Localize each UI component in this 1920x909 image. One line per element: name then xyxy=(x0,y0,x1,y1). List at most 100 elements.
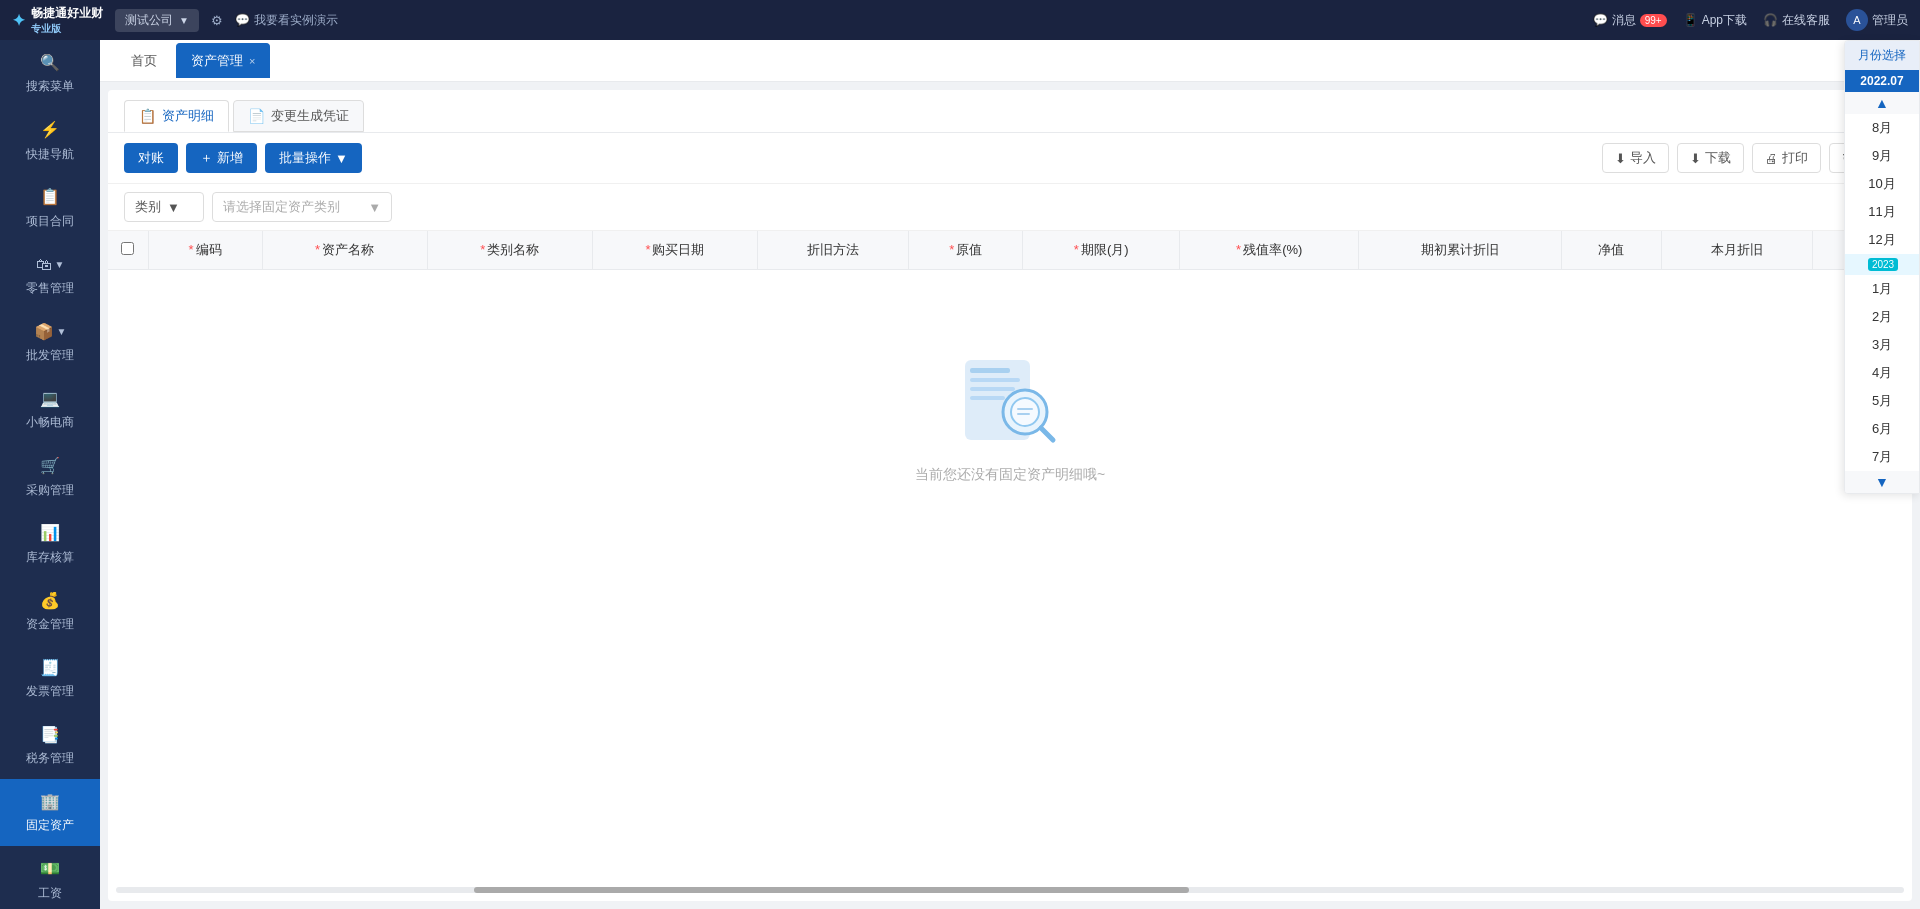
sub-tabs: 📋 资产明细 📄 变更生成凭证 xyxy=(108,90,1912,133)
message-badge: 99+ xyxy=(1640,14,1667,27)
tab-close-icon[interactable]: × xyxy=(249,55,255,67)
horizontal-scrollbar[interactable] xyxy=(116,887,1904,893)
sidebar-item-inventory[interactable]: 📊 库存核算 xyxy=(0,510,100,577)
month-panel-year-2022[interactable]: 2022.07 xyxy=(1845,70,1919,92)
svg-point-6 xyxy=(1011,398,1039,426)
batch-button[interactable]: 批量操作 ▼ xyxy=(265,143,362,173)
voucher-icon: 📄 xyxy=(248,108,265,124)
sub-tab-voucher[interactable]: 📄 变更生成凭证 xyxy=(233,100,364,132)
message-button[interactable]: 💬 消息 99+ xyxy=(1593,12,1667,29)
inventory-icon: 📊 xyxy=(40,522,60,544)
sidebar-item-salary[interactable]: 💵 工资 xyxy=(0,846,100,909)
sidebar-label-finance: 资金管理 xyxy=(26,616,74,633)
message-icon: 💬 xyxy=(1593,13,1608,27)
month-item-1[interactable]: 1月 xyxy=(1845,275,1919,303)
th-net-value: 净值 xyxy=(1561,231,1661,270)
asset-table: *编码 *资产名称 *类别名称 *购买日期 折旧方法 *原值 *期限(月) *残… xyxy=(108,231,1912,564)
month-item-6[interactable]: 6月 xyxy=(1845,415,1919,443)
sidebar-item-retail[interactable]: 🛍 ▼ 零售管理 xyxy=(0,242,100,309)
company-selector[interactable]: 测试公司 ▼ xyxy=(115,9,199,32)
asset-detail-icon: 📋 xyxy=(139,108,156,124)
reconcile-button[interactable]: 对账 xyxy=(124,143,178,173)
invoice-icon: 🧾 xyxy=(40,657,60,679)
sidebar-item-asset[interactable]: 🏢 固定资产 xyxy=(0,779,100,846)
month-item-12[interactable]: 12月 xyxy=(1845,226,1919,254)
chevron-down-icon: ▼ xyxy=(179,15,189,26)
headset-icon: 🎧 xyxy=(1763,13,1778,27)
month-item-7[interactable]: 7月 xyxy=(1845,443,1919,471)
purchase-icon: 🛒 xyxy=(40,455,60,477)
category-type-label: 类别 xyxy=(135,198,161,216)
sidebar-item-tax[interactable]: 📑 税务管理 xyxy=(0,712,100,779)
category-type-select[interactable]: 类别 ▼ xyxy=(124,192,204,222)
demo-icon: 💬 xyxy=(235,13,250,27)
sidebar-item-wholesale[interactable]: 📦 ▼ 批发管理 xyxy=(0,309,100,376)
salary-icon: 💵 xyxy=(40,858,60,880)
asset-tab-label: 资产管理 xyxy=(191,52,243,70)
sidebar-label-tax: 税务管理 xyxy=(26,750,74,767)
month-item-9[interactable]: 9月 xyxy=(1845,142,1919,170)
print-button[interactable]: 🖨 打印 xyxy=(1752,143,1821,173)
tax-icon: 📑 xyxy=(40,724,60,746)
tab-asset-management[interactable]: 资产管理 × xyxy=(176,43,270,78)
topbar-right: 💬 消息 99+ 📱 App下载 🎧 在线客服 A 管理员 xyxy=(1593,9,1908,31)
print-icon: 🖨 xyxy=(1765,151,1778,166)
app-download-button[interactable]: 📱 App下载 xyxy=(1683,12,1747,29)
month-item-2[interactable]: 2月 xyxy=(1845,303,1919,331)
ecommerce-icon: 💻 xyxy=(40,388,60,410)
sidebar-item-search[interactable]: 🔍 搜索菜单 xyxy=(0,40,100,107)
import-icon: ⬇ xyxy=(1615,151,1626,166)
sidebar-label-project: 项目合同 xyxy=(26,213,74,230)
select-all-checkbox[interactable] xyxy=(121,242,134,255)
month-up-nav[interactable]: ▲ xyxy=(1845,92,1919,114)
month-item-5[interactable]: 5月 xyxy=(1845,387,1919,415)
sidebar-item-finance[interactable]: 💰 资金管理 xyxy=(0,578,100,645)
download-button[interactable]: ⬇ 下载 xyxy=(1677,143,1744,173)
category-placeholder: 请选择固定资产类别 xyxy=(223,198,340,216)
month-item-8[interactable]: 8月 xyxy=(1845,114,1919,142)
th-period: *期限(月) xyxy=(1023,231,1180,270)
sidebar-item-invoice[interactable]: 🧾 发票管理 xyxy=(0,645,100,712)
year-2023-badge: 2023 xyxy=(1868,258,1898,271)
app-edition: 专业版 xyxy=(31,22,103,36)
month-panel: 月份选择 2022.07 ▲ 8月 9月 10月 11月 12月 2023 1月… xyxy=(1844,40,1920,494)
category-input[interactable]: 请选择固定资产类别 ▼ xyxy=(212,192,392,222)
sidebar-label-ecommerce: 小畅电商 xyxy=(26,414,74,431)
quicknav-icon: ⚡ xyxy=(40,119,60,141)
sidebar-item-purchase[interactable]: 🛒 采购管理 xyxy=(0,443,100,510)
user-menu[interactable]: A 管理员 xyxy=(1846,9,1908,31)
retail-icon: 🛍 xyxy=(36,254,52,276)
batch-label: 批量操作 xyxy=(279,149,331,167)
sidebar-item-quicknav[interactable]: ⚡ 快捷导航 xyxy=(0,107,100,174)
logo-icon: ✦ xyxy=(12,11,25,30)
tab-bar: 首页 资产管理 × xyxy=(100,40,1920,82)
online-service-button[interactable]: 🎧 在线客服 xyxy=(1763,12,1830,29)
month-item-3[interactable]: 3月 xyxy=(1845,331,1919,359)
month-item-10[interactable]: 10月 xyxy=(1845,170,1919,198)
sub-tab-voucher-label: 变更生成凭证 xyxy=(271,107,349,125)
month-item-4[interactable]: 4月 xyxy=(1845,359,1919,387)
project-icon: 📋 xyxy=(40,186,60,208)
add-button[interactable]: ＋ 新增 xyxy=(186,143,257,173)
month-down-nav[interactable]: ▼ xyxy=(1845,471,1919,493)
empty-row: 当前您还没有固定资产明细哦~ xyxy=(108,270,1912,565)
batch-arrow-icon: ▼ xyxy=(335,151,348,166)
filter-row: 类别 ▼ 请选择固定资产类别 ▼ xyxy=(108,184,1912,231)
sidebar-item-project[interactable]: 📋 项目合同 xyxy=(0,174,100,241)
svg-rect-4 xyxy=(970,396,1005,400)
sub-tab-asset-detail[interactable]: 📋 资产明细 xyxy=(124,100,229,132)
tab-home[interactable]: 首页 xyxy=(116,43,172,78)
retail-arrow-icon: ▼ xyxy=(55,258,65,272)
import-button[interactable]: ⬇ 导入 xyxy=(1602,143,1669,173)
phone-icon: 📱 xyxy=(1683,13,1698,27)
demo-link[interactable]: 💬 我要看实例演示 xyxy=(235,12,338,29)
svg-rect-1 xyxy=(970,368,1010,373)
settings-icon[interactable]: ⚙ xyxy=(211,13,223,28)
month-item-11[interactable]: 11月 xyxy=(1845,198,1919,226)
print-label: 打印 xyxy=(1782,149,1808,167)
month-year-badge: 2023 xyxy=(1845,254,1919,275)
category-type-arrow: ▼ xyxy=(167,200,180,215)
th-accumulated-depreciation: 期初累计折旧 xyxy=(1359,231,1561,270)
sidebar-item-ecommerce[interactable]: 💻 小畅电商 xyxy=(0,376,100,443)
th-checkbox xyxy=(108,231,148,270)
